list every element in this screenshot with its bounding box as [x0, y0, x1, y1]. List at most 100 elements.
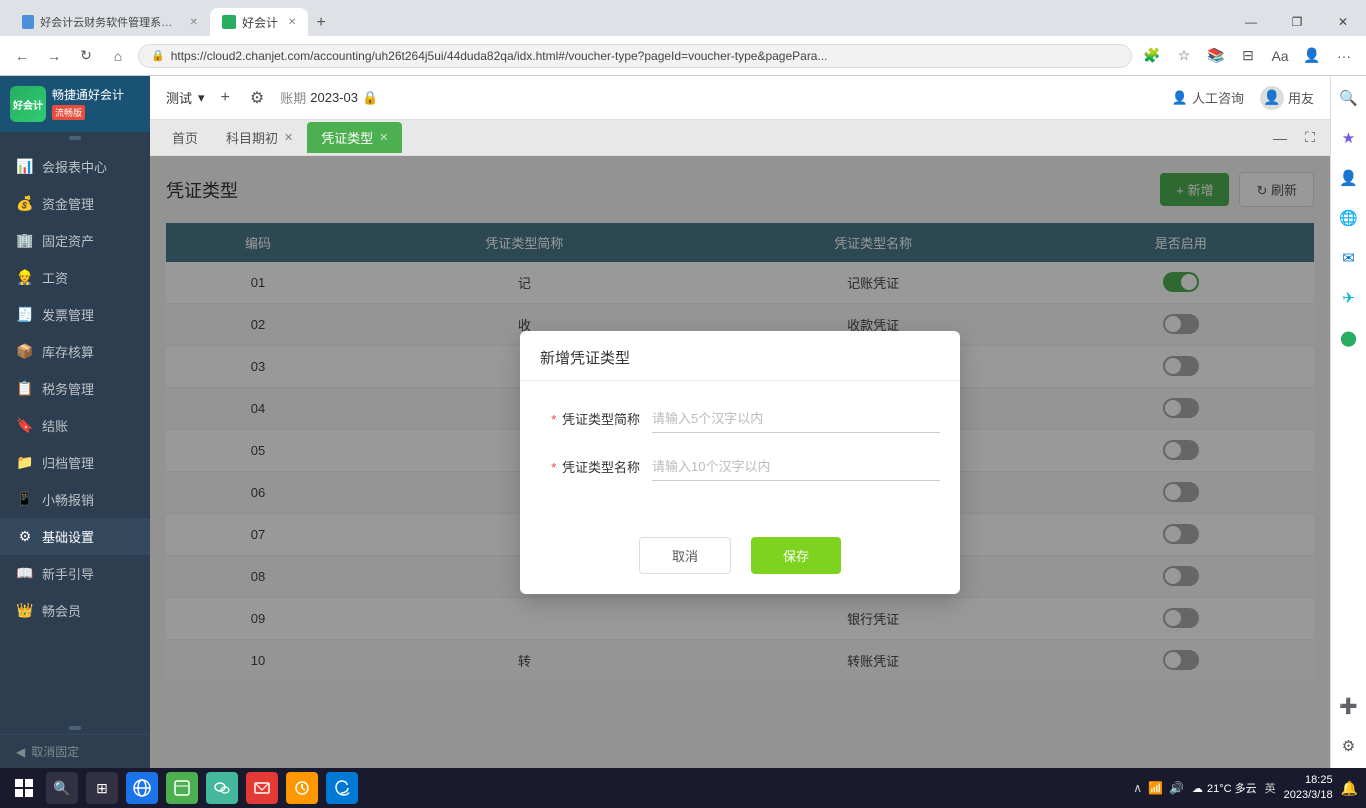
app-container: 好会计 畅捷通好会计 流畅版 📊 会报表中心 💰 资金管理 🏢 固定资产	[0, 76, 1366, 768]
sidebar-item-settings[interactable]: ⚙ 基础设置	[0, 518, 150, 555]
footer-label: 取消固定	[31, 743, 79, 760]
taskbar-notification-icon[interactable]: 🔔	[1341, 780, 1358, 797]
tab-subject[interactable]: 科目期初 ✕	[212, 122, 307, 153]
page-tabs: 首页 科目期初 ✕ 凭证类型 ✕ — ⛶	[150, 120, 1330, 156]
sidebar-item-payroll[interactable]: 👷 工资	[0, 259, 150, 296]
taskbar-edge-icon[interactable]	[326, 772, 358, 804]
taskbar-up-arrow[interactable]: ∧	[1133, 781, 1142, 795]
sidebar-item-expense[interactable]: 📱 小畅报销	[0, 481, 150, 518]
taskbar-volume-icon[interactable]: 🔊	[1169, 781, 1184, 795]
sidebar-label-settings: 基础设置	[42, 527, 94, 546]
sidebar-logo[interactable]: 好会计 畅捷通好会计 流畅版	[0, 76, 150, 132]
right-user-icon[interactable]: 👤	[1335, 164, 1363, 192]
tab-maximize-icon[interactable]: ⛶	[1298, 126, 1322, 150]
sidebar-label-member: 畅会员	[42, 601, 81, 620]
right-email-icon[interactable]: ✉	[1335, 244, 1363, 272]
taskbar-browser-icon[interactable]	[126, 772, 158, 804]
tab-close-2[interactable]: ✕	[288, 17, 296, 28]
sidebar-item-guide[interactable]: 📖 新手引导	[0, 555, 150, 592]
restore-button[interactable]: ❐	[1274, 8, 1320, 36]
logo-title: 畅捷通好会计	[52, 88, 124, 104]
tab-subject-close[interactable]: ✕	[284, 131, 293, 144]
minimize-button[interactable]: —	[1228, 8, 1274, 36]
right-send-icon[interactable]: ✈	[1335, 284, 1363, 312]
browser-tab-2[interactable]: 好会计 ✕	[210, 8, 308, 36]
taskbar-sys-icons: ∧ 📶 🔊	[1133, 781, 1184, 795]
forward-button[interactable]: →	[42, 48, 66, 64]
taskbar-clock[interactable]: 18:25 2023/3/18	[1284, 773, 1333, 804]
app-header: 测试 ▾ + ⚙ 账期 2023-03 🔒 👤 人工咨询 👤 用友	[150, 76, 1330, 120]
cancel-button[interactable]: 取消	[639, 537, 731, 574]
right-add-icon[interactable]: ➕	[1335, 692, 1363, 720]
abbr-input[interactable]	[652, 405, 940, 433]
reading-icon[interactable]: Aa	[1268, 48, 1292, 64]
collections-icon[interactable]: 📚	[1204, 47, 1228, 64]
taskbar-search-icon[interactable]: 🔍	[46, 772, 78, 804]
extensions-icon[interactable]: 🧩	[1140, 47, 1164, 64]
workspace-settings-button[interactable]: ⚙	[246, 84, 268, 112]
close-button[interactable]: ✕	[1320, 8, 1366, 36]
tab-title-2: 好会计	[242, 14, 278, 31]
new-tab-button[interactable]: +	[308, 10, 333, 36]
dialog-title: 新增凭证类型	[520, 331, 960, 381]
taskbar-lang[interactable]: 英	[1265, 780, 1276, 796]
right-globe-icon[interactable]: 🌐	[1335, 204, 1363, 232]
browser-tab-1[interactable]: 好会计云财务软件管理系统_会计 ✕	[10, 8, 210, 36]
window-controls: — ❐ ✕	[1228, 8, 1366, 36]
tab-minimize-icon[interactable]: —	[1268, 126, 1292, 150]
home-button[interactable]: ⌂	[106, 48, 130, 64]
taskbar-app1-icon[interactable]	[166, 772, 198, 804]
taskbar-network-icon[interactable]: 📶	[1148, 781, 1163, 795]
right-star-icon[interactable]: ★	[1335, 124, 1363, 152]
tab-voucher-type[interactable]: 凭证类型 ✕	[307, 122, 402, 153]
tab-home[interactable]: 首页	[158, 122, 212, 153]
right-circle-icon[interactable]: ⬤	[1335, 324, 1363, 352]
taskbar-wechat-icon[interactable]	[206, 772, 238, 804]
sidebar-item-invoice[interactable]: 🧾 发票管理	[0, 296, 150, 333]
start-button[interactable]	[8, 772, 40, 804]
browser-chrome: 好会计云财务软件管理系统_会计 ✕ 好会计 ✕ + — ❐ ✕ ← → ↻ ⌂ …	[0, 0, 1366, 76]
logo-badge: 流畅版	[52, 105, 85, 120]
sidebar-item-tax[interactable]: 📋 税务管理	[0, 370, 150, 407]
refresh-button[interactable]: ↻	[74, 47, 98, 64]
taskbar-app3-icon[interactable]	[286, 772, 318, 804]
tab-close-1[interactable]: ✕	[190, 17, 198, 28]
more-icon[interactable]: ···	[1332, 48, 1356, 64]
right-settings-icon[interactable]: ⚙	[1335, 732, 1363, 760]
taskbar-taskview-icon[interactable]: ⊞	[86, 772, 118, 804]
profile-icon[interactable]: 👤	[1300, 47, 1324, 64]
abbr-row: * 凭证类型简称	[540, 405, 940, 433]
favorites-icon[interactable]: ☆	[1172, 47, 1196, 64]
sidebar-item-archive[interactable]: 📁 归档管理	[0, 444, 150, 481]
user-info[interactable]: 👤 用友	[1260, 86, 1314, 110]
back-button[interactable]: ←	[10, 48, 34, 64]
right-search-icon[interactable]: 🔍	[1335, 84, 1363, 112]
taskbar-app2-icon[interactable]	[246, 772, 278, 804]
dialog-overlay: 新增凭证类型 * 凭证类型简称 * 凭证类型名称	[150, 156, 1330, 768]
sidebar-item-inventory[interactable]: 📦 库存核算	[0, 333, 150, 370]
guide-icon: 📖	[16, 565, 34, 582]
sidebar-item-closing[interactable]: 🔖 结账	[0, 407, 150, 444]
sidebar-item-assets[interactable]: 🏢 固定资产	[0, 222, 150, 259]
workspace-selector[interactable]: 测试 ▾	[166, 88, 205, 107]
funds-icon: 💰	[16, 195, 34, 212]
name-label: * 凭证类型名称	[540, 457, 640, 476]
address-input[interactable]: 🔒 https://cloud2.chanjet.com/accounting/…	[138, 44, 1132, 68]
tab-voucher-close[interactable]: ✕	[379, 131, 388, 144]
taskbar-right: ∧ 📶 🔊 ☁ 21°C 多云 英 18:25 2023/3/18 🔔	[1133, 773, 1358, 804]
consultant-button[interactable]: 👤 人工咨询	[1172, 88, 1244, 107]
sidebar-label-assets: 固定资产	[42, 231, 94, 250]
tax-icon: 📋	[16, 380, 34, 397]
add-workspace-button[interactable]: +	[217, 85, 234, 111]
sidebar-item-reports[interactable]: 📊 会报表中心	[0, 148, 150, 185]
tab-voucher-label: 凭证类型	[321, 128, 373, 147]
taskbar: 🔍 ⊞ ∧ 📶 🔊 ☁ 21°C 多云 英 18:25 2023/3/18 🔔	[0, 768, 1366, 808]
split-icon[interactable]: ⊟	[1236, 47, 1260, 64]
sidebar-footer[interactable]: ◀ 取消固定	[0, 734, 150, 768]
name-input[interactable]	[652, 453, 940, 481]
sidebar-item-funds[interactable]: 💰 资金管理	[0, 185, 150, 222]
sidebar-label-tax: 税务管理	[42, 379, 94, 398]
sidebar-item-member[interactable]: 👑 畅会员	[0, 592, 150, 629]
save-button[interactable]: 保存	[751, 537, 841, 574]
abbr-label-text: 凭证类型简称	[562, 412, 640, 427]
